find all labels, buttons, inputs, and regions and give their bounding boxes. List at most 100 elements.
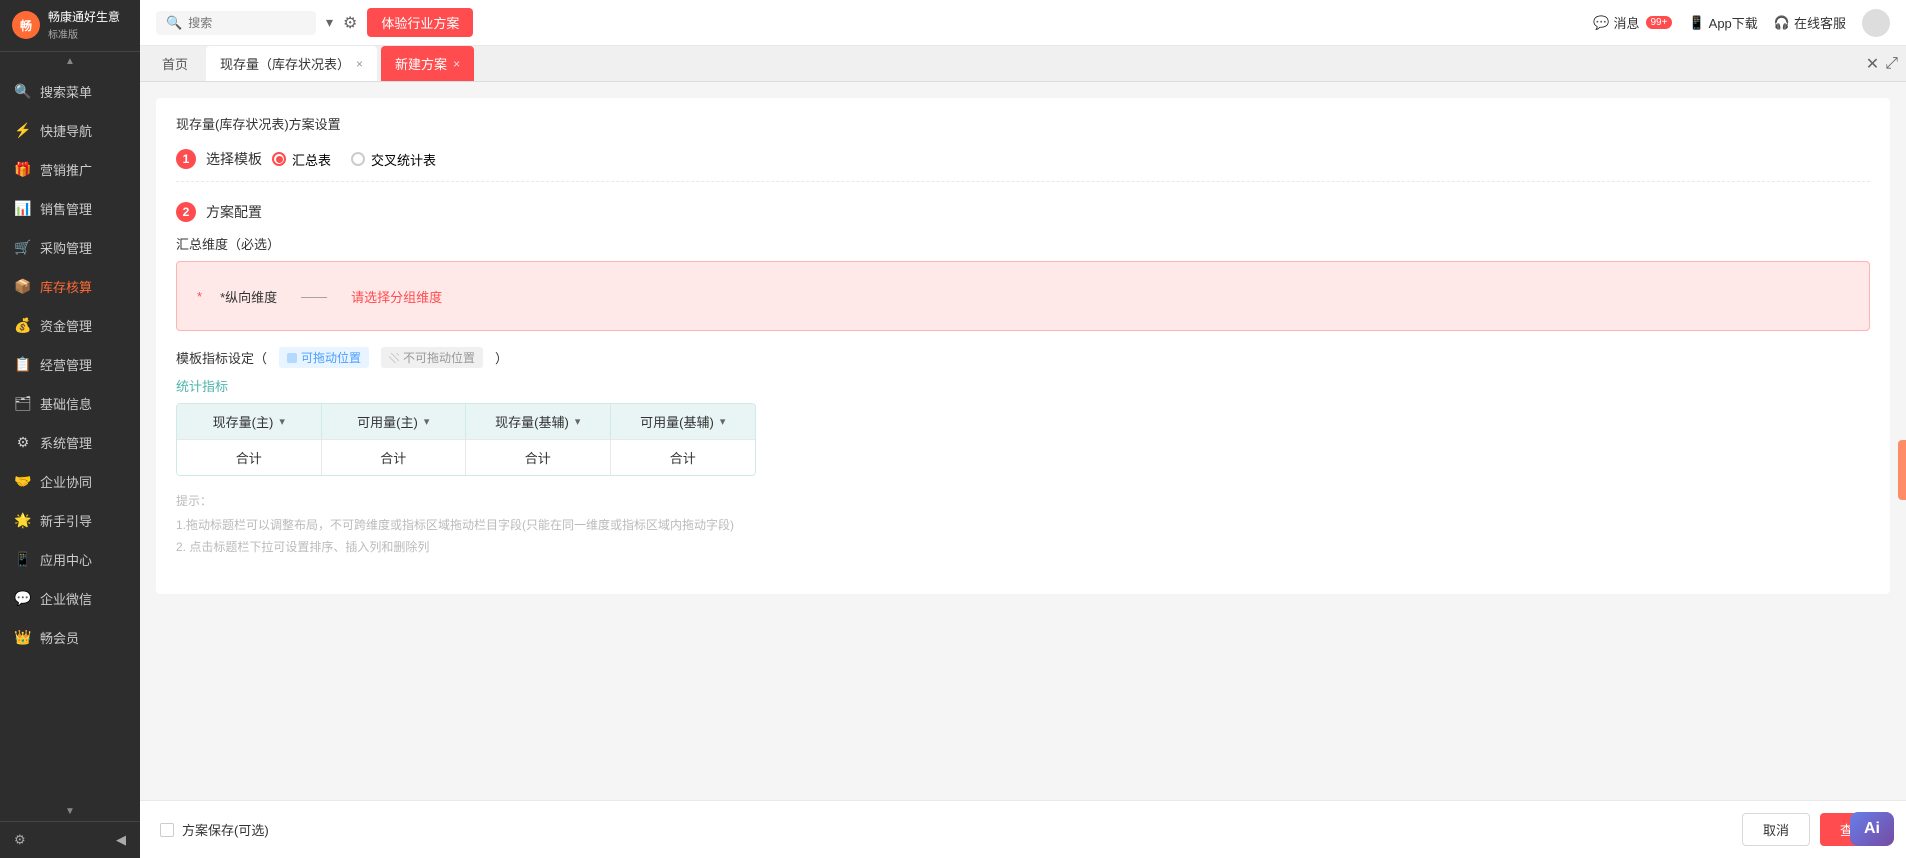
radio-cross-circle [351,152,365,166]
sidebar-item-purchase[interactable]: 🛒 采购管理 [0,228,140,267]
tab-bar: 首页 现存量（库存状况表） × 新建方案 × ✕ ⤢ [140,46,1906,82]
dim-placeholder: 请选择分组维度 [351,287,442,306]
app-download-button[interactable]: 📱 App下载 [1688,13,1757,32]
radio-summary-circle [272,152,286,166]
sidebar-item-label: 系统管理 [40,433,92,452]
tips-section: 提示： 1.拖动标题栏可以调整布局，不可跨维度或指标区域拖动栏目字段(只能在同一… [176,492,1870,558]
main-panel: 现存量(库存状况表)方案设置 1 选择模板 汇总表 [156,98,1890,594]
search-icon: 🔍 [166,15,182,31]
sidebar-item-label: 搜索菜单 [40,82,92,101]
not-draggable-badge: 不可拖动位置 [381,347,483,368]
dim-section-label: 汇总维度（必选） [176,234,1870,253]
right-scroll-handle[interactable] [1898,440,1906,500]
tab-inventory-close[interactable]: × [356,57,363,71]
sidebar: 畅 畅康通好生意 标准版 ▲ 🔍 搜索菜单 ⚡ 快捷导航 🎁 营销推广 📊 销售… [0,0,140,858]
section2-header: 2 方案配置 [176,202,1870,222]
page-title: 现存量(库存状况表)方案设置 [176,114,1870,133]
stats-header-2[interactable]: 现存量(基辅) ▾ [466,404,611,439]
topbar-right: 💬 消息 99+ 📱 App下载 🎧 在线客服 [1593,9,1890,37]
tab-inventory[interactable]: 现存量（库存状况表） × [206,46,377,81]
sidebar-item-label: 畅会员 [40,628,79,647]
crown-icon: 👑 [14,628,32,646]
settings-button[interactable]: ⚙ [14,832,26,848]
sidebar-logo: 畅 畅康通好生意 标准版 [0,0,140,52]
section2-num: 2 [176,202,196,222]
user-avatar[interactable] [1862,9,1890,37]
not-draggable-pattern [389,353,399,363]
metrics-label-row: 模板指标设定（ 可拖动位置 不可拖动位置 ） [176,347,1870,368]
cart-icon: 🛒 [14,238,32,256]
topbar-dropdown-icon[interactable]: ▾ [326,14,333,31]
sidebar-item-label: 基础信息 [40,394,92,413]
sidebar-item-wechat[interactable]: 💬 企业微信 [0,579,140,618]
sidebar-item-label: 资金管理 [40,316,92,335]
stats-table-header: 现存量(主) ▾ 可用量(主) ▾ 现存量(基辅) ▾ [177,404,755,439]
stats-header-label-2: 现存量(基辅) [495,412,569,431]
money-icon: 💰 [14,316,32,334]
required-mark: * [197,289,202,304]
sidebar-scroll-down[interactable]: ▼ [0,801,140,821]
chevron-down-icon-1: ▾ [424,415,430,428]
clipboard-icon: 📋 [14,355,32,373]
sidebar-nav: 🔍 搜索菜单 ⚡ 快捷导航 🎁 营销推广 📊 销售管理 🛒 采购管理 📦 库存核… [0,72,140,801]
online-service-button[interactable]: 🎧 在线客服 [1774,13,1846,32]
tab-home[interactable]: 首页 [148,46,202,81]
sidebar-item-label: 快捷导航 [40,121,92,140]
sidebar-item-label: 应用中心 [40,550,92,569]
template-options: 汇总表 交叉统计表 [272,150,436,169]
search-input[interactable] [188,16,288,30]
stats-header-3[interactable]: 可用量(基辅) ▾ [611,404,756,439]
sidebar-item-label: 企业微信 [40,589,92,608]
stats-section-label: 统计指标 [176,376,1870,395]
stats-header-label-1: 可用量(主) [357,412,418,431]
stats-header-1[interactable]: 可用量(主) ▾ [322,404,467,439]
topbar: 🔍 ▾ ⚙ 体验行业方案 💬 消息 99+ 📱 App下载 🎧 在线客服 [140,0,1906,46]
save-label: 方案保存(可选) [182,820,269,839]
section-template: 1 选择模板 汇总表 交叉统计表 [176,149,1870,182]
tab-close-button[interactable]: ✕ [1866,54,1879,74]
stats-table: 现存量(主) ▾ 可用量(主) ▾ 现存量(基辅) ▾ [176,403,756,476]
ai-badge[interactable]: Ai [1850,812,1894,846]
tab-new-plan[interactable]: 新建方案 × [381,46,474,81]
collapse-button[interactable]: ◀ [116,832,126,848]
sidebar-item-label: 销售管理 [40,199,92,218]
sidebar-item-cooperation[interactable]: 🤝 企业协同 [0,462,140,501]
stats-header-0[interactable]: 现存量(主) ▾ [177,404,322,439]
sidebar-item-membership[interactable]: 👑 畅会员 [0,618,140,657]
flash-icon: ⚡ [14,121,32,139]
industry-plan-button[interactable]: 体验行业方案 [367,8,473,37]
sidebar-item-basic-info[interactable]: 🗂 基础信息 [0,384,140,423]
draggable-dot [287,353,297,363]
draggable-label: 可拖动位置 [301,349,361,366]
sidebar-item-marketing[interactable]: 🎁 营销推广 [0,150,140,189]
tab-new-close[interactable]: × [453,57,460,71]
sidebar-item-quick-nav[interactable]: ⚡ 快捷导航 [0,111,140,150]
radio-cross[interactable]: 交叉统计表 [351,150,436,169]
radio-summary[interactable]: 汇总表 [272,150,331,169]
cancel-button[interactable]: 取消 [1742,813,1810,846]
dimension-area[interactable]: * *纵向维度 —— 请选择分组维度 [176,261,1870,331]
main-area: 🔍 ▾ ⚙ 体验行业方案 💬 消息 99+ 📱 App下载 🎧 在线客服 [140,0,1906,858]
star-icon: 🌟 [14,511,32,529]
sidebar-item-sales[interactable]: 📊 销售管理 [0,189,140,228]
tab-expand-button[interactable]: ⤢ [1885,55,1898,73]
metrics-label: 模板指标设定（ [176,348,267,367]
sidebar-item-search-menu[interactable]: 🔍 搜索菜单 [0,72,140,111]
sidebar-item-inventory[interactable]: 📦 库存核算 [0,267,140,306]
sidebar-bottom: ⚙ ◀ [0,821,140,858]
message-button[interactable]: 💬 消息 99+ [1593,13,1672,32]
sidebar-item-system[interactable]: ⚙ 系统管理 [0,423,140,462]
topbar-search-box[interactable]: 🔍 [156,11,316,35]
sidebar-scroll-up[interactable]: ▲ [0,52,140,72]
stats-header-label-0: 现存量(主) [213,412,274,431]
sidebar-item-operations[interactable]: 📋 经营管理 [0,345,140,384]
sidebar-item-label: 采购管理 [40,238,92,257]
sidebar-item-app-center[interactable]: 📱 应用中心 [0,540,140,579]
sidebar-item-guide[interactable]: 🌟 新手引导 [0,501,140,540]
sidebar-item-finance[interactable]: 💰 资金管理 [0,306,140,345]
topbar-settings-icon[interactable]: ⚙ [343,13,357,33]
sidebar-item-label: 新手引导 [40,511,92,530]
stats-cell-0-3: 合计 [611,439,756,475]
chat-icon: 💬 [14,589,32,607]
save-checkbox[interactable] [160,823,174,837]
